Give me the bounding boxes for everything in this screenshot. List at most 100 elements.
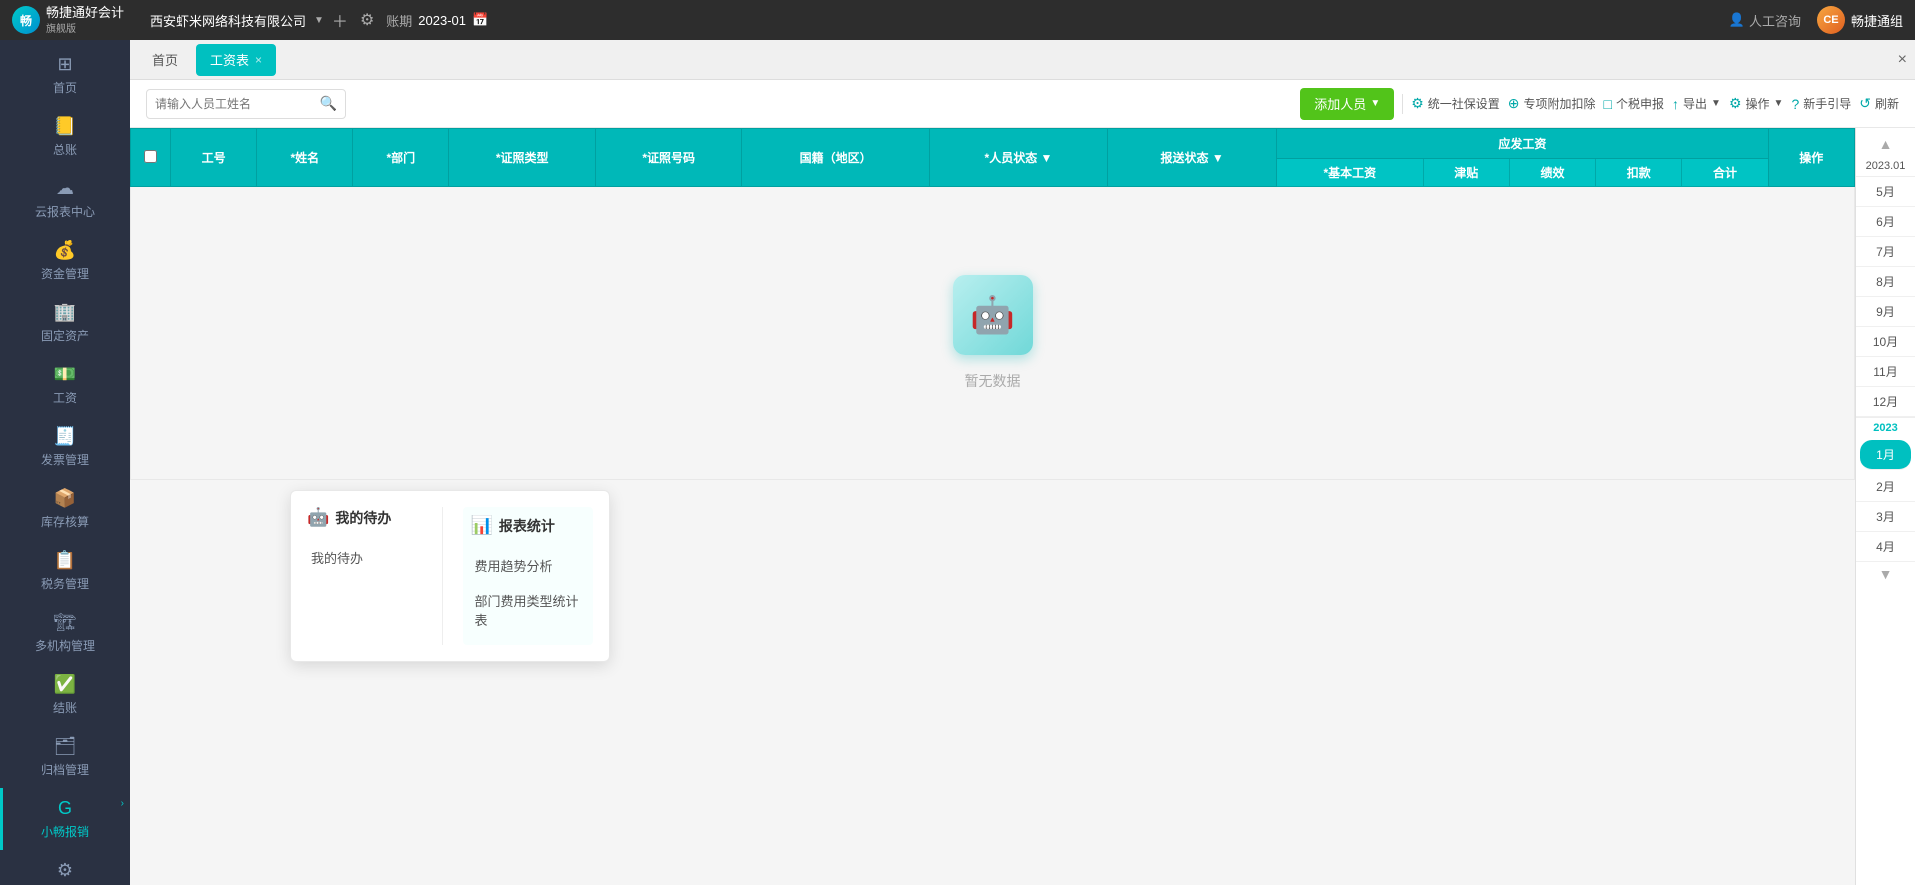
empty-state: 🤖 暂无数据 — [139, 195, 1846, 471]
timeline-year-2023-label: 2023 — [1856, 417, 1915, 438]
tab-salary-label: 工资表 — [210, 50, 249, 69]
new-guide-action[interactable]: ? 新手引导 — [1791, 95, 1851, 112]
sidebar-item-cloud-report[interactable]: ☁ 云报表中心 — [0, 168, 130, 230]
empty-icon: 🤖 — [953, 275, 1033, 355]
calendar-icon[interactable]: 📅 — [472, 12, 488, 28]
sidebar-item-salary[interactable]: 💵 工资 — [0, 354, 130, 416]
timeline-month-11[interactable]: 11月 — [1856, 357, 1915, 387]
add-company-button[interactable]: ＋ — [332, 8, 348, 32]
user-name: 畅捷通组 — [1851, 11, 1903, 30]
timeline-month-10[interactable]: 10月 — [1856, 327, 1915, 357]
salary-table: 工号 *姓名 *部门 *证照类型 *证照号码 国籍（地区） *人员状态 ▼ 报送… — [130, 128, 1855, 480]
sidebar-item-settlement[interactable]: ✅ 结账 — [0, 664, 130, 726]
social-security-icon: ⚙ — [1411, 95, 1424, 112]
sidebar-item-tax[interactable]: 📋 税务管理 — [0, 540, 130, 602]
operation-action[interactable]: ⚙ 操作 ▼ — [1729, 95, 1783, 112]
add-person-button[interactable]: 添加人员 ▼ — [1300, 88, 1394, 120]
user-avatar: CE — [1817, 6, 1845, 34]
assets-icon: 🏢 — [54, 302, 76, 323]
period-label: 账期 — [386, 11, 412, 30]
tab-close-icon[interactable]: × — [255, 53, 262, 67]
th-deduction: 扣款 — [1596, 159, 1682, 187]
popup-item-expense-trend[interactable]: 费用趋势分析 — [471, 548, 586, 583]
select-all-checkbox[interactable] — [144, 150, 157, 163]
empty-text: 暂无数据 — [965, 371, 1021, 391]
tax-icon: 📋 — [54, 550, 76, 571]
org-icon: 🏗 — [54, 612, 77, 633]
social-security-action[interactable]: ⚙ 统一社保设置 — [1411, 95, 1500, 112]
timeline-year-2023-header: 2023.01 — [1856, 156, 1915, 177]
refresh-label: 刷新 — [1875, 95, 1899, 112]
user-area[interactable]: CE 畅捷通组 — [1817, 6, 1903, 34]
th-id-type: *证照类型 — [449, 129, 596, 187]
add-person-label: 添加人员 — [1314, 94, 1366, 113]
top-right-area: 👤 人工咨询 CE 畅捷通组 — [1729, 6, 1903, 34]
th-dept: *部门 — [353, 129, 449, 187]
popup-section-todo-title: 🤖 我的待办 — [307, 507, 422, 528]
th-bonus: 绩效 — [1509, 159, 1595, 187]
timeline-month-8[interactable]: 8月 — [1856, 267, 1915, 297]
timeline-panel: ▲ 2023.01 5月 6月 7月 8月 9月 10月 11月 12月 202… — [1855, 128, 1915, 885]
timeline-down-button[interactable]: ▼ — [1875, 562, 1897, 586]
tab-salary[interactable]: 工资表 × — [196, 44, 276, 76]
timeline-month-9[interactable]: 9月 — [1856, 297, 1915, 327]
reports-section-icon: 📊 — [471, 515, 493, 536]
refresh-icon: ↺ — [1859, 95, 1871, 112]
timeline-month-2[interactable]: 2月 — [1856, 472, 1915, 502]
tab-home[interactable]: 首页 — [138, 44, 192, 76]
sidebar-item-fixed-assets[interactable]: 🏢 固定资产 — [0, 292, 130, 354]
popup-section-reports-title: 📊 报表统计 — [471, 515, 586, 536]
sidebar-item-multi-org[interactable]: 🏗 多机构管理 — [0, 602, 130, 664]
support-button[interactable]: 👤 人工咨询 — [1729, 11, 1801, 30]
sidebar-item-label: 首页 — [53, 79, 77, 96]
content-area: 首页 工资表 × × 🔍 添加人员 — [130, 40, 1915, 885]
personal-tax-icon: □ — [1604, 96, 1612, 112]
social-security-label: 统一社保设置 — [1428, 95, 1500, 112]
sidebar-item-xiaochang[interactable]: G 小畅报销 › — [0, 788, 130, 850]
tab-bar-right: × — [1898, 51, 1907, 69]
th-operation: 操作 — [1768, 129, 1854, 187]
window-close-button[interactable]: × — [1898, 51, 1907, 69]
timeline-month-12[interactable]: 12月 — [1856, 387, 1915, 417]
sidebar-collapse-arrow: › — [121, 798, 124, 809]
operation-label: 操作 — [1746, 95, 1770, 112]
refresh-action[interactable]: ↺ 刷新 — [1859, 95, 1899, 112]
timeline-month-1[interactable]: 1月 — [1860, 440, 1911, 470]
special-deduction-action[interactable]: ⊕ 专项附加扣除 — [1508, 95, 1596, 112]
timeline-month-5[interactable]: 5月 — [1856, 177, 1915, 207]
popup-item-my-todo[interactable]: 我的待办 — [307, 540, 422, 575]
search-box[interactable]: 🔍 — [146, 89, 346, 119]
sidebar-item-label: 库存核算 — [41, 513, 89, 530]
company-selector[interactable]: 西安虾米网络科技有限公司 ▼ — [150, 11, 324, 30]
ledger-icon: 📒 — [54, 116, 76, 137]
export-action[interactable]: ↑ 导出 ▼ — [1672, 95, 1721, 112]
sidebar-item-general-ledger[interactable]: 📒 总账 — [0, 106, 130, 168]
period-value[interactable]: 2023-01 — [418, 13, 466, 28]
toolbar-right: 添加人员 ▼ ⚙ 统一社保设置 ⊕ 专项附加扣除 □ 个税申报 — [1300, 88, 1899, 120]
popup-item-dept-expense[interactable]: 部门费用类型统计表 — [471, 583, 586, 637]
personal-tax-action[interactable]: □ 个税申报 — [1604, 95, 1664, 112]
fund-icon: 💰 — [54, 240, 76, 261]
timeline-month-4[interactable]: 4月 — [1856, 532, 1915, 562]
timeline-month-6[interactable]: 6月 — [1856, 207, 1915, 237]
app-edition: 旗舰版 — [46, 20, 124, 35]
header-icon-group: ＋ ⚙ — [332, 8, 374, 32]
timeline-up-button[interactable]: ▲ — [1875, 132, 1897, 156]
sidebar-item-basic-settings[interactable]: ⚙ 基础设置 — [0, 850, 130, 885]
sidebar-item-invoice[interactable]: 🧾 发票管理 — [0, 416, 130, 478]
settings-icon-button[interactable]: ⚙ — [360, 10, 374, 30]
timeline-month-7[interactable]: 7月 — [1856, 237, 1915, 267]
th-report-status: 报送状态 ▼ — [1108, 129, 1277, 187]
guide-action-icon: ? — [1791, 96, 1799, 112]
sidebar-item-home[interactable]: ⊞ 首页 — [0, 44, 130, 106]
app-name: 畅捷通好会计 — [46, 5, 124, 21]
sidebar-item-fund[interactable]: 💰 资金管理 — [0, 230, 130, 292]
th-checkbox[interactable] — [131, 129, 171, 187]
search-input[interactable] — [155, 97, 314, 111]
timeline-month-3[interactable]: 3月 — [1856, 502, 1915, 532]
sidebar-item-archive[interactable]: 🗂 归档管理 — [0, 726, 130, 788]
sidebar-item-label: 工资 — [53, 389, 77, 406]
invoice-icon: 🧾 — [54, 426, 76, 447]
sidebar-item-inventory[interactable]: 📦 库存核算 — [0, 478, 130, 540]
popup-reports-title-label: 报表统计 — [499, 516, 555, 536]
